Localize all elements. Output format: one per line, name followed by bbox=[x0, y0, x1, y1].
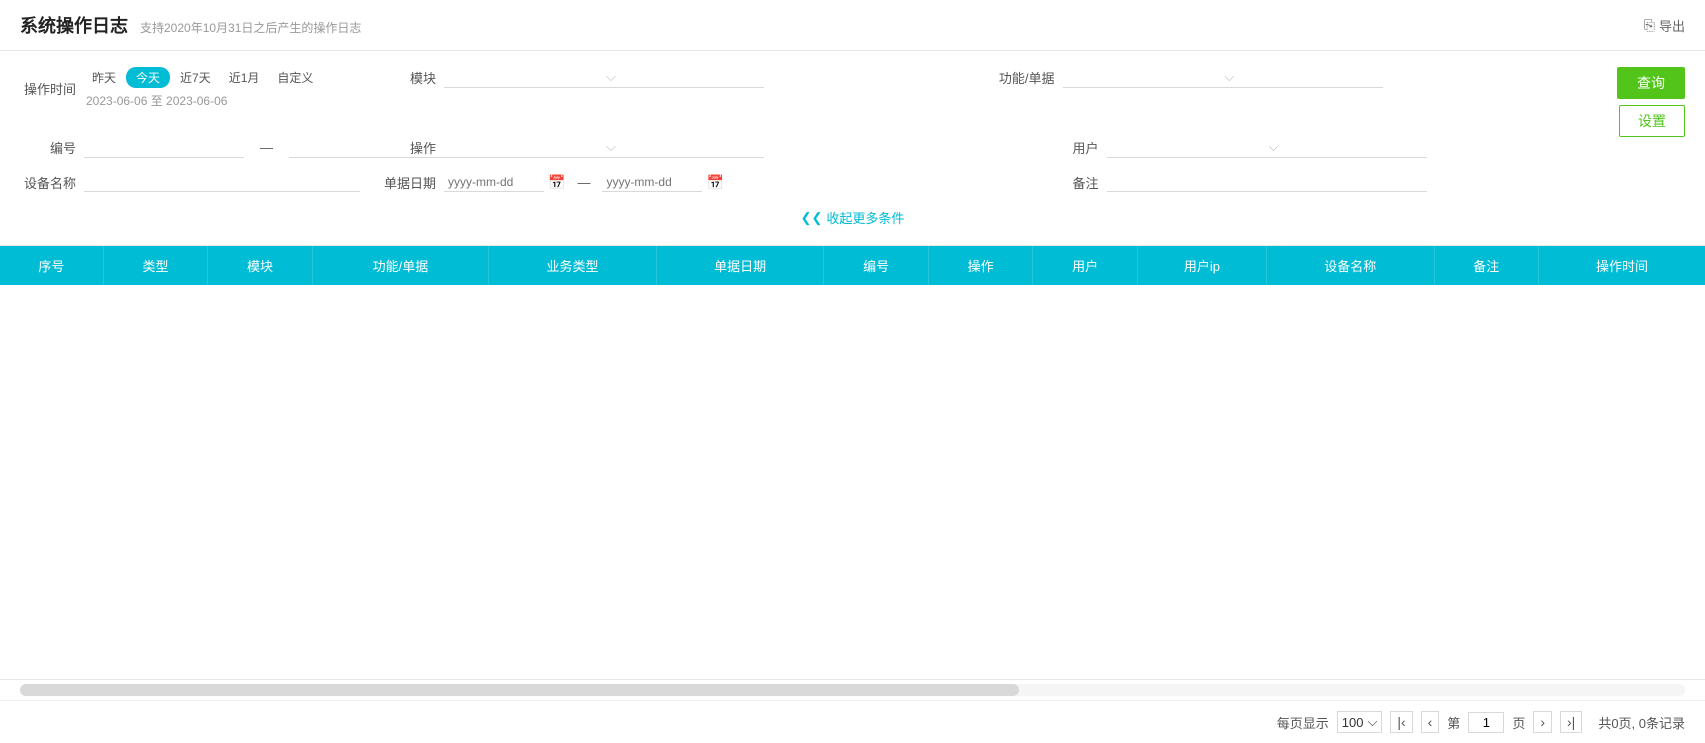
time-range: 2023-06-06 至 2023-06-06 bbox=[86, 92, 321, 109]
next-page-button[interactable]: › bbox=[1533, 711, 1552, 733]
per-page-value: 100 bbox=[1342, 715, 1364, 730]
col-remark: 备注 bbox=[1434, 246, 1538, 285]
prev-page-button[interactable]: ‹ bbox=[1421, 711, 1440, 733]
date-input-group: 📅 — 📅 bbox=[444, 173, 724, 192]
time-buttons: 昨天 今天 近7天 近1月 自定义 bbox=[84, 67, 321, 88]
time-label: 操作时间 bbox=[20, 79, 76, 98]
table-header-row: 序号 类型 模块 功能/单据 业务类型 单据日期 编号 操作 用户 用户ip 设… bbox=[0, 246, 1705, 285]
pagination-summary: 共0页, 0条记录 bbox=[1598, 713, 1685, 732]
col-operation: 操作 bbox=[928, 246, 1032, 285]
col-type: 类型 bbox=[103, 246, 207, 285]
collapse-chevron-icon: ❮❮ bbox=[801, 210, 823, 226]
pagination: 每页显示 100 ⌵ |‹ ‹ 第 页 › ›| 共0页, 0条记录 bbox=[0, 700, 1705, 743]
operation-filter: 操作 ⌵ bbox=[380, 137, 1023, 158]
last-page-button[interactable]: ›| bbox=[1560, 711, 1582, 733]
collapse-label: 收起更多条件 bbox=[826, 208, 904, 227]
action-buttons: 查询 设置 bbox=[1617, 67, 1685, 137]
user-filter: 用户 ⌵ bbox=[1043, 137, 1686, 158]
col-number: 编号 bbox=[824, 246, 928, 285]
device-input[interactable] bbox=[84, 172, 360, 192]
function-select[interactable]: ⌵ bbox=[1063, 67, 1383, 88]
table-header: 序号 类型 模块 功能/单据 业务类型 单据日期 编号 操作 用户 用户ip 设… bbox=[0, 246, 1705, 285]
scrollbar-thumb[interactable] bbox=[20, 684, 1019, 696]
operation-label: 操作 bbox=[380, 138, 436, 157]
module-select[interactable]: ⌵ bbox=[444, 67, 764, 88]
per-page-label: 每页显示 bbox=[1277, 713, 1329, 732]
collapse-bar: ❮❮ 收起更多条件 bbox=[20, 202, 1685, 237]
device-filter: 设备名称 bbox=[20, 172, 360, 192]
col-doc-date: 单据日期 bbox=[656, 246, 824, 285]
calendar-from-icon[interactable]: 📅 bbox=[548, 174, 565, 191]
per-page-select[interactable]: 100 ⌵ bbox=[1337, 711, 1383, 733]
device-label: 设备名称 bbox=[20, 173, 76, 192]
col-device: 设备名称 bbox=[1266, 246, 1434, 285]
time-btn-7days[interactable]: 近7天 bbox=[172, 67, 219, 88]
data-table: 序号 类型 模块 功能/单据 业务类型 单据日期 编号 操作 用户 用户ip 设… bbox=[0, 246, 1705, 285]
first-page-button[interactable]: |‹ bbox=[1390, 711, 1412, 733]
doc-date-filter: 单据日期 📅 — 📅 bbox=[380, 173, 1023, 192]
query-button[interactable]: 查询 bbox=[1617, 67, 1685, 99]
calendar-to-icon[interactable]: 📅 bbox=[706, 174, 723, 191]
col-user-ip: 用户ip bbox=[1137, 246, 1266, 285]
function-chevron-icon: ⌵ bbox=[1225, 69, 1379, 85]
operation-select[interactable]: ⌵ bbox=[444, 137, 764, 158]
doc-date-label: 单据日期 bbox=[380, 173, 436, 192]
date-dash: — bbox=[577, 175, 590, 190]
table-wrapper: 序号 类型 模块 功能/单据 业务类型 单据日期 编号 操作 用户 用户ip 设… bbox=[0, 246, 1705, 679]
horizontal-scrollbar[interactable] bbox=[20, 684, 1685, 696]
filter-row-2: 编号 — 操作 ⌵ 用户 ⌵ bbox=[20, 137, 1685, 158]
time-btn-yesterday[interactable]: 昨天 bbox=[84, 67, 124, 88]
filter-row-1: 操作时间 昨天 今天 近7天 近1月 自定义 2023-06-06 至 2023… bbox=[20, 67, 1685, 137]
user-label: 用户 bbox=[1043, 138, 1099, 157]
remark-label: 备注 bbox=[1043, 173, 1099, 192]
module-filter: 模块 ⌵ bbox=[380, 67, 979, 88]
date-from-input[interactable] bbox=[444, 173, 544, 192]
collapse-button[interactable]: ❮❮ 收起更多条件 bbox=[801, 208, 905, 227]
col-sequence: 序号 bbox=[0, 246, 103, 285]
number-input-from[interactable] bbox=[84, 138, 244, 158]
col-user: 用户 bbox=[1033, 246, 1137, 285]
col-time: 操作时间 bbox=[1539, 246, 1705, 285]
number-label: 编号 bbox=[20, 138, 76, 157]
col-function: 功能/单据 bbox=[312, 246, 488, 285]
time-filter-section: 操作时间 昨天 今天 近7天 近1月 自定义 2023-06-06 至 2023… bbox=[20, 67, 360, 109]
number-filter: 编号 — bbox=[20, 138, 360, 158]
user-chevron-icon: ⌵ bbox=[1269, 139, 1423, 155]
page-title: 系统操作日志 bbox=[20, 12, 128, 38]
page-container: 系统操作日志 支持2020年10月31日之后产生的操作日志 ⎘ 导出 操作时间 … bbox=[0, 0, 1705, 743]
col-business-type: 业务类型 bbox=[489, 246, 657, 285]
export-button[interactable]: ⎘ 导出 bbox=[1644, 16, 1685, 35]
time-btn-custom[interactable]: 自定义 bbox=[269, 67, 321, 88]
time-btn-1month[interactable]: 近1月 bbox=[221, 67, 268, 88]
col-module: 模块 bbox=[208, 246, 312, 285]
remark-filter: 备注 bbox=[1043, 172, 1686, 192]
page-input[interactable] bbox=[1468, 712, 1504, 733]
export-icon: ⎘ bbox=[1644, 17, 1655, 34]
time-btn-today[interactable]: 今天 bbox=[126, 67, 170, 88]
function-label: 功能/单据 bbox=[999, 68, 1055, 87]
module-label: 模块 bbox=[380, 68, 436, 87]
page-label: 第 bbox=[1447, 713, 1460, 732]
export-label: 导出 bbox=[1659, 16, 1685, 35]
date-to-input[interactable] bbox=[602, 173, 702, 192]
user-select[interactable]: ⌵ bbox=[1107, 137, 1427, 158]
scrollbar-area bbox=[0, 679, 1705, 700]
function-filter: 功能/单据 ⌵ bbox=[999, 67, 1598, 88]
time-options-group: 昨天 今天 近7天 近1月 自定义 2023-06-06 至 2023-06-0… bbox=[84, 67, 321, 109]
number-dash: — bbox=[260, 140, 273, 155]
filter-area: 操作时间 昨天 今天 近7天 近1月 自定义 2023-06-06 至 2023… bbox=[0, 51, 1705, 246]
module-chevron-icon: ⌵ bbox=[606, 69, 760, 85]
remark-input[interactable] bbox=[1107, 172, 1427, 192]
filter-row-3: 设备名称 单据日期 📅 — 📅 备注 bbox=[20, 172, 1685, 192]
page-subtitle: 支持2020年10月31日之后产生的操作日志 bbox=[140, 19, 361, 36]
per-page-chevron-icon: ⌵ bbox=[1367, 714, 1377, 730]
page-header: 系统操作日志 支持2020年10月31日之后产生的操作日志 ⎘ 导出 bbox=[0, 0, 1705, 51]
page-unit: 页 bbox=[1512, 713, 1525, 732]
settings-button[interactable]: 设置 bbox=[1619, 105, 1685, 137]
operation-chevron-icon: ⌵ bbox=[606, 139, 760, 155]
header-left: 系统操作日志 支持2020年10月31日之后产生的操作日志 bbox=[20, 12, 361, 38]
